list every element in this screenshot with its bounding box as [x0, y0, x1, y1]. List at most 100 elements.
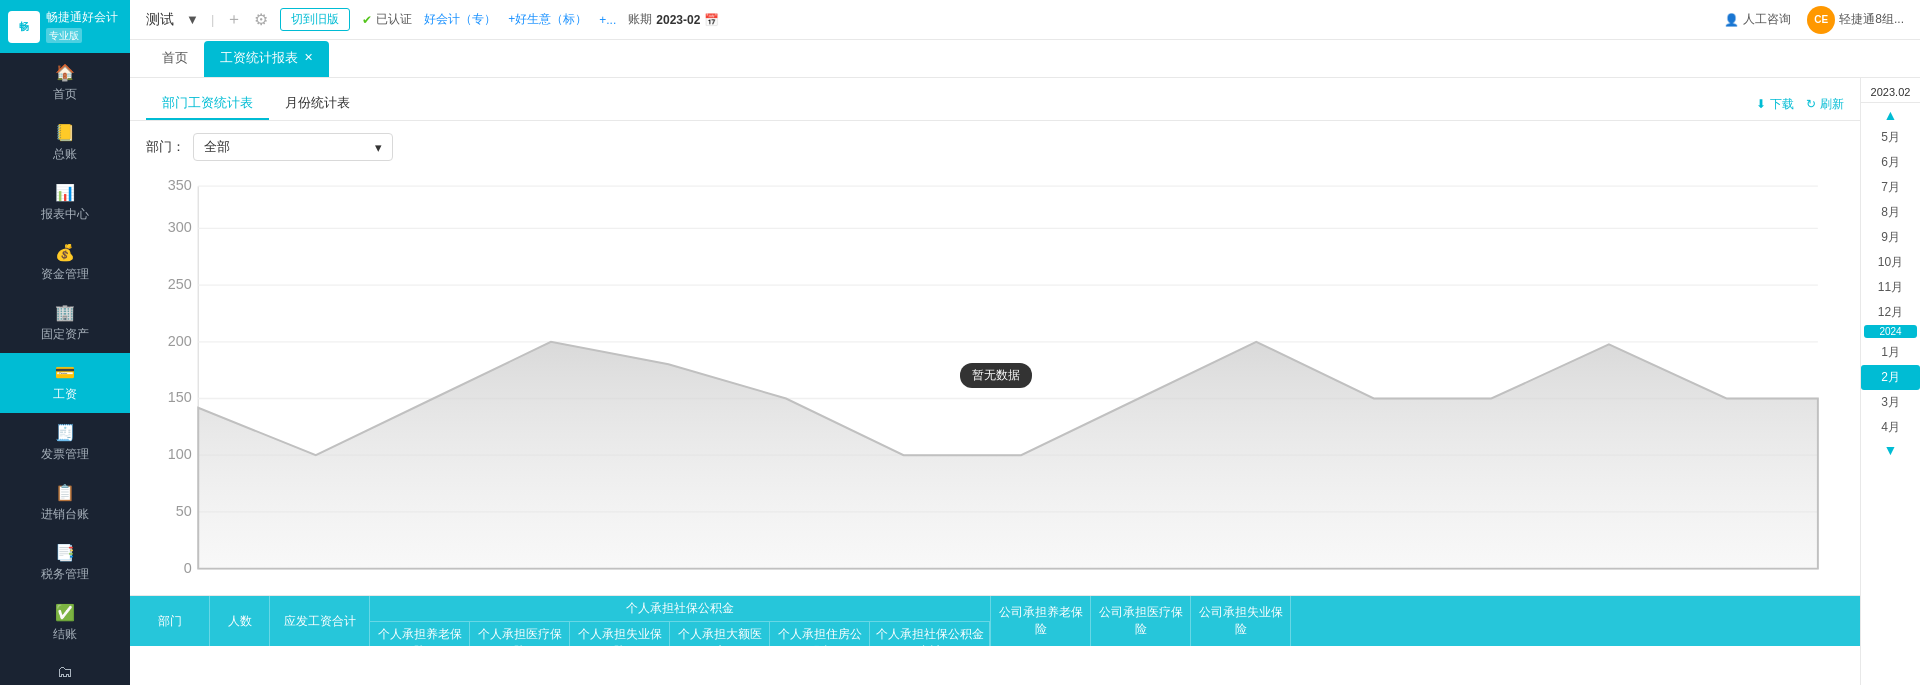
sales-icon: 📋 [55, 483, 75, 502]
sidebar-item-tax[interactable]: 📑 税务管理 [0, 533, 130, 593]
avatar: CE [1807, 6, 1835, 34]
calendar-icon: 📅 [704, 13, 719, 27]
tabbar: 首页 工资统计报表 ✕ [130, 40, 1920, 78]
topbar-divider: | [211, 12, 214, 27]
invoice-icon: 🧾 [55, 423, 75, 442]
sidebar-item-report[interactable]: 📊 报表中心 [0, 173, 130, 233]
month-item-2024-1[interactable]: 1月 [1861, 340, 1920, 365]
svg-text:350: 350 [168, 177, 192, 193]
th-total-salary: 应发工资合计 [270, 596, 370, 646]
settings-cog-icon[interactable]: ⚙ [254, 10, 268, 29]
period-tag: 账期 2023-02 📅 [628, 11, 719, 28]
dept-filter-select[interactable]: 全部 ▾ [193, 133, 393, 161]
tab-salary-report[interactable]: 工资统计报表 ✕ [204, 41, 329, 77]
month-panel: 2023.02 ▲ 5月 6月 7月 8月 9月 10月 11月 [1860, 78, 1920, 685]
good-business-tag: +好生意（标） [508, 11, 587, 28]
good-accounting-tag: 好会计（专） [424, 11, 496, 28]
svg-text:150: 150 [168, 389, 192, 405]
add-icon[interactable]: ＋ [226, 9, 242, 30]
logo-text: 畅捷通好会计 专业版 [46, 10, 118, 43]
refresh-btn[interactable]: ↻ 刷新 [1806, 96, 1844, 113]
sidebar-item-archive[interactable]: 🗂 归档管理 [0, 653, 130, 685]
settle-icon: ✅ [55, 603, 75, 622]
user-profile[interactable]: CE 轻捷通8组... [1807, 6, 1904, 34]
month-item-10[interactable]: 10月 [1861, 250, 1920, 275]
sidebar-item-ledger[interactable]: 📒 总账 [0, 113, 130, 173]
tab-close-icon[interactable]: ✕ [304, 51, 313, 64]
logo-icon: 畅 [8, 11, 40, 43]
tab-home[interactable]: 首页 [146, 41, 204, 77]
sidebar-item-sales[interactable]: 📋 进销台账 [0, 473, 130, 533]
ledger-icon: 📒 [55, 123, 75, 142]
table-header: 部门 人数 应发工资合计 个人承担社保公积金 [130, 596, 1860, 646]
page-content: 部门工资统计表 月份统计表 ⬇ 下载 ↻ 刷新 [130, 78, 1920, 685]
subtab-bar: 部门工资统计表 月份统计表 ⬇ 下载 ↻ 刷新 [130, 78, 1860, 121]
month-item-7[interactable]: 7月 [1861, 175, 1920, 200]
topbar-dropdown[interactable]: ▼ [186, 12, 199, 27]
th-company-unemployment: 公司承担失业保险 [1191, 596, 1291, 646]
ai-consult-btn[interactable]: 👤 人工咨询 [1724, 11, 1791, 28]
topbar: 测试 ▼ | ＋ ⚙ 切到旧版 ✔ 已认证 好会计（专） +好生意（标） +..… [130, 0, 1920, 40]
th-group-personal: 个人承担社保公积金 个人承担养老保险 个人承担医疗保险 个人承担失业保险 [370, 596, 991, 646]
chart-area: 部门工资统计表 月份统计表 ⬇ 下载 ↻ 刷新 [130, 78, 1860, 685]
svg-text:250: 250 [168, 276, 192, 292]
month-item-2024-3[interactable]: 3月 [1861, 390, 1920, 415]
dept-filter-label: 部门： [146, 138, 185, 156]
more-tag: +... [599, 13, 616, 27]
month-item-5[interactable]: 5月 [1861, 125, 1920, 150]
svg-text:0: 0 [184, 560, 192, 576]
svg-text:300: 300 [168, 219, 192, 235]
capital-icon: 💰 [55, 243, 75, 262]
switch-old-btn[interactable]: 切到旧版 [280, 8, 350, 31]
refresh-icon: ↻ [1806, 97, 1816, 111]
month-scroll-up-btn[interactable]: ▲ [1882, 105, 1900, 125]
report-icon: 📊 [55, 183, 75, 202]
svg-text:200: 200 [168, 333, 192, 349]
th-personal-medical: 个人承担医疗保险 [470, 622, 570, 664]
home-icon: 🏠 [55, 63, 75, 82]
subtab-dept[interactable]: 部门工资统计表 [146, 88, 269, 120]
th-company-pension: 公司承担养老保险 [991, 596, 1091, 646]
download-btn[interactable]: ⬇ 下载 [1756, 96, 1794, 113]
sidebar-logo: 畅 畅捷通好会计 专业版 [0, 0, 130, 53]
th-personal-housing: 个人承担住房公积金 [770, 622, 870, 664]
th-dept: 部门 [130, 596, 210, 646]
sidebar-item-home[interactable]: 🏠 首页 [0, 53, 130, 113]
assets-icon: 🏢 [55, 303, 75, 322]
th-company-medical: 公司承担医疗保险 [1091, 596, 1191, 646]
month-item-8[interactable]: 8月 [1861, 200, 1920, 225]
th-personal-total: 个人承担社保公积金合计 [870, 622, 990, 664]
month-item-6[interactable]: 6月 [1861, 150, 1920, 175]
svg-text:50: 50 [176, 503, 192, 519]
month-item-11[interactable]: 11月 [1861, 275, 1920, 300]
month-scroll-down-btn[interactable]: ▼ [1882, 440, 1900, 460]
sidebar-item-assets[interactable]: 🏢 固定资产 [0, 293, 130, 353]
sidebar-item-salary[interactable]: 💳 工资 [0, 353, 130, 413]
area-chart: 0 50 100 150 200 250 300 350 [146, 173, 1844, 595]
topbar-right: 👤 人工咨询 CE 轻捷通8组... [1724, 6, 1904, 34]
th-personal-pension: 个人承担养老保险 [370, 622, 470, 664]
download-icon: ⬇ [1756, 97, 1766, 111]
tax-icon: 📑 [55, 543, 75, 562]
archive-icon: 🗂 [57, 663, 73, 681]
salary-icon: 💳 [55, 363, 75, 382]
month-item-2024-4[interactable]: 4月 [1861, 415, 1920, 440]
topbar-title: 测试 [146, 11, 174, 29]
sidebar-item-invoice[interactable]: 🧾 发票管理 [0, 413, 130, 473]
th-personal-unemployment: 个人承担失业保险 [570, 622, 670, 664]
chart-container: 0 50 100 150 200 250 300 350 [130, 173, 1860, 595]
svg-text:100: 100 [168, 446, 192, 462]
th-personal-serious-illness: 个人承担大额医疗 [670, 622, 770, 664]
subtab-monthly[interactable]: 月份统计表 [269, 88, 366, 120]
dropdown-arrow-icon: ▼ [186, 12, 199, 27]
month-item-2024-2[interactable]: 2月 [1861, 365, 1920, 390]
sidebar-item-capital[interactable]: 💰 资金管理 [0, 233, 130, 293]
subtab-left: 部门工资统计表 月份统计表 [146, 88, 366, 120]
year-2024-badge: 2024 [1864, 325, 1917, 338]
table-section: 部门 人数 应发工资合计 个人承担社保公积金 [130, 595, 1860, 685]
sidebar-item-settle[interactable]: ✅ 结账 [0, 593, 130, 653]
main-content: 测试 ▼ | ＋ ⚙ 切到旧版 ✔ 已认证 好会计（专） +好生意（标） +..… [130, 0, 1920, 685]
month-item-12[interactable]: 12月 [1861, 300, 1920, 325]
th-people: 人数 [210, 596, 270, 646]
month-item-9[interactable]: 9月 [1861, 225, 1920, 250]
